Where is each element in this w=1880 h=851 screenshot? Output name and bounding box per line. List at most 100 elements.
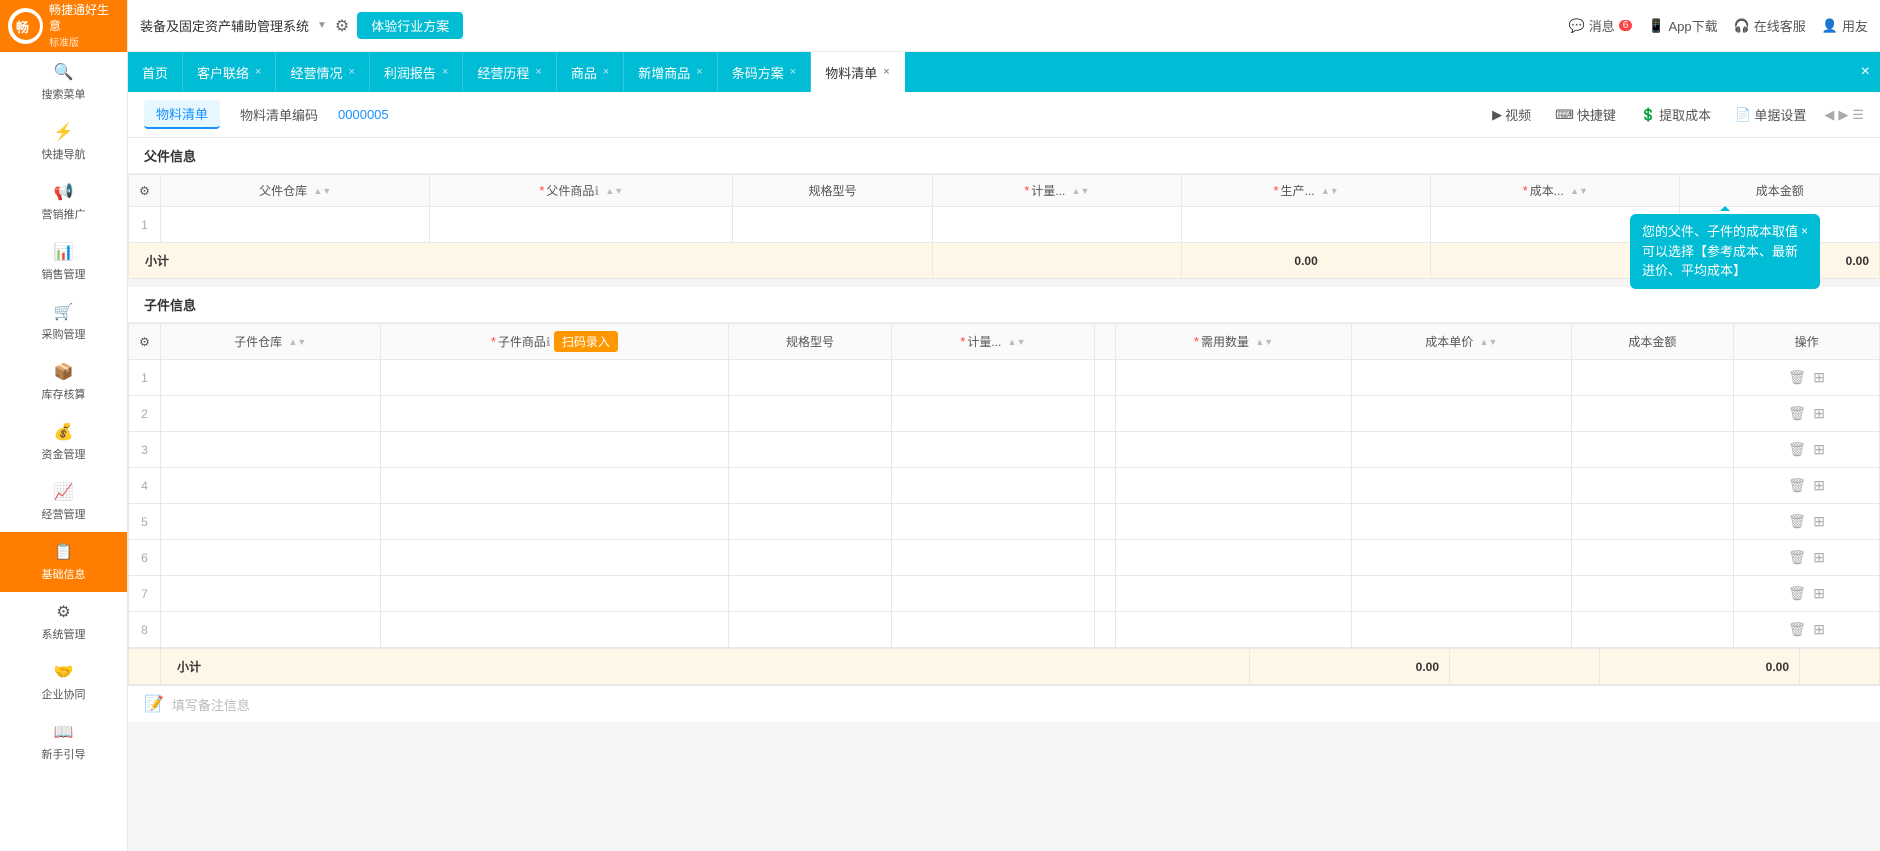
child-spec-cell-8[interactable]: [729, 612, 892, 648]
tab-bom[interactable]: 物料清单 ×: [811, 52, 904, 92]
tab-history-close[interactable]: ×: [535, 66, 541, 78]
child-unit-cell-1[interactable]: [891, 360, 1094, 396]
child-spec-cell-5[interactable]: [729, 504, 892, 540]
parent-goods-cell[interactable]: [430, 207, 733, 243]
child-spec-cell-4[interactable]: [729, 468, 892, 504]
sidebar-item-system[interactable]: ⚙ 系统管理: [0, 592, 127, 652]
child-goods-cell-5[interactable]: [380, 504, 729, 540]
sidebar-item-inventory[interactable]: 📦 库存核算: [0, 352, 127, 412]
child-goods-cell-6[interactable]: [380, 540, 729, 576]
child-unit-cell-2[interactable]: [891, 396, 1094, 432]
child-spec-cell-2[interactable]: [729, 396, 892, 432]
delete-icon-3[interactable]: 🗑: [1788, 441, 1806, 457]
sidebar-item-sales[interactable]: 📊 销售管理: [0, 232, 127, 292]
tab-profit-close[interactable]: ×: [442, 66, 448, 78]
copy-icon-6[interactable]: ⊞: [1813, 549, 1825, 565]
child-unit-cell-8[interactable]: [891, 612, 1094, 648]
tab-bom-close[interactable]: ×: [883, 66, 889, 78]
child-unitprice-cell-8[interactable]: [1352, 612, 1572, 648]
sidebar-item-guide[interactable]: 📖 新手引导: [0, 712, 127, 772]
sidebar-item-purchase[interactable]: 🛒 采购管理: [0, 292, 127, 352]
tab-barcode[interactable]: 条码方案 ×: [718, 52, 811, 92]
user-button[interactable]: 👤 用友: [1822, 16, 1868, 35]
child-goods-cell-7[interactable]: [380, 576, 729, 612]
try-button[interactable]: 体验行业方案: [357, 12, 463, 39]
tab-operation[interactable]: 经营情况 ×: [276, 52, 369, 92]
child-unitprice-cell-6[interactable]: [1352, 540, 1572, 576]
child-spec-cell-7[interactable]: [729, 576, 892, 612]
child-warehouse-cell-8[interactable]: [161, 612, 381, 648]
child-warehouse-cell-1[interactable]: [161, 360, 381, 396]
child-unitprice-cell-2[interactable]: [1352, 396, 1572, 432]
child-spec-cell-3[interactable]: [729, 432, 892, 468]
copy-icon-8[interactable]: ⊞: [1813, 621, 1825, 637]
child-unitprice-cell-7[interactable]: [1352, 576, 1572, 612]
child-goods-cell-4[interactable]: [380, 468, 729, 504]
child-warehouse-cell-6[interactable]: [161, 540, 381, 576]
tab-operation-close[interactable]: ×: [348, 66, 354, 78]
child-unit-cell-4[interactable]: [891, 468, 1094, 504]
child-unit-cell-7[interactable]: [891, 576, 1094, 612]
tab-barcode-close[interactable]: ×: [790, 66, 796, 78]
note-placeholder[interactable]: 填写备注信息: [172, 695, 250, 714]
copy-icon-1[interactable]: ⊞: [1813, 369, 1825, 385]
child-unit-cell-6[interactable]: [891, 540, 1094, 576]
child-goods-cell-8[interactable]: [380, 612, 729, 648]
child-spec-cell-1[interactable]: [729, 360, 892, 396]
nav-menu[interactable]: ☰: [1852, 107, 1864, 123]
delete-icon-4[interactable]: 🗑: [1788, 477, 1806, 493]
child-qty-cell-8[interactable]: [1115, 612, 1351, 648]
delete-icon-5[interactable]: 🗑: [1788, 513, 1806, 529]
close-all-tabs[interactable]: ×: [1851, 63, 1880, 81]
tab-profit[interactable]: 利润报告 ×: [370, 52, 463, 92]
child-warehouse-cell-2[interactable]: [161, 396, 381, 432]
online-service-button[interactable]: 🎧 在线客服: [1734, 16, 1806, 35]
parent-produce-cell[interactable]: [1181, 207, 1430, 243]
delete-icon-1[interactable]: 🗑: [1788, 369, 1806, 385]
copy-icon-7[interactable]: ⊞: [1813, 585, 1825, 601]
child-goods-cell-2[interactable]: [380, 396, 729, 432]
copy-icon-4[interactable]: ⊞: [1813, 477, 1825, 493]
parent-unit-cell[interactable]: [932, 207, 1181, 243]
tooltip-close[interactable]: ×: [1801, 222, 1808, 240]
child-qty-cell-3[interactable]: [1115, 432, 1351, 468]
child-spec-cell-6[interactable]: [729, 540, 892, 576]
tab-home[interactable]: 首页: [128, 52, 183, 92]
tab-history[interactable]: 经营历程 ×: [463, 52, 556, 92]
child-goods-cell-1[interactable]: [380, 360, 729, 396]
child-qty-cell-2[interactable]: [1115, 396, 1351, 432]
sidebar-item-marketing[interactable]: 📢 营销推广: [0, 172, 127, 232]
nav-prev[interactable]: ◀: [1824, 107, 1834, 123]
tab-goods-close[interactable]: ×: [603, 66, 609, 78]
child-warehouse-cell-4[interactable]: [161, 468, 381, 504]
sidebar-item-quicknav[interactable]: ⚡ 快捷导航: [0, 112, 127, 172]
sub-tab-bom[interactable]: 物料清单: [144, 100, 220, 129]
parent-warehouse-cell[interactable]: [161, 207, 430, 243]
delete-icon-2[interactable]: 🗑: [1788, 405, 1806, 421]
sidebar-item-search[interactable]: 🔍 搜索菜单: [0, 52, 127, 112]
copy-icon-5[interactable]: ⊞: [1813, 513, 1825, 529]
toolbar-shortcut[interactable]: ⌨ 快捷键: [1549, 103, 1622, 126]
delete-icon-7[interactable]: 🗑: [1788, 585, 1806, 601]
copy-icon-2[interactable]: ⊞: [1813, 405, 1825, 421]
delete-icon-6[interactable]: 🗑: [1788, 549, 1806, 565]
child-unitprice-cell-4[interactable]: [1352, 468, 1572, 504]
scan-button[interactable]: 扫码录入: [554, 331, 618, 352]
child-unitprice-cell-3[interactable]: [1352, 432, 1572, 468]
copy-icon-3[interactable]: ⊞: [1813, 441, 1825, 457]
child-unitprice-cell-1[interactable]: [1352, 360, 1572, 396]
child-qty-cell-6[interactable]: [1115, 540, 1351, 576]
sidebar-item-operation[interactable]: 📈 经营管理: [0, 472, 127, 532]
child-qty-cell-1[interactable]: [1115, 360, 1351, 396]
child-warehouse-cell-7[interactable]: [161, 576, 381, 612]
settings-icon[interactable]: ⚙: [335, 16, 349, 36]
toolbar-view[interactable]: ▶ 视频: [1486, 103, 1537, 126]
tab-customer[interactable]: 客户联络 ×: [183, 52, 276, 92]
parent-spec-cell[interactable]: [733, 207, 932, 243]
messages-button[interactable]: 💬 消息 6: [1569, 16, 1633, 35]
child-warehouse-cell-3[interactable]: [161, 432, 381, 468]
toolbar-single-settings[interactable]: 📄 单据设置: [1729, 103, 1812, 126]
nav-next[interactable]: ▶: [1838, 107, 1848, 123]
child-qty-cell-4[interactable]: [1115, 468, 1351, 504]
child-unitprice-cell-5[interactable]: [1352, 504, 1572, 540]
